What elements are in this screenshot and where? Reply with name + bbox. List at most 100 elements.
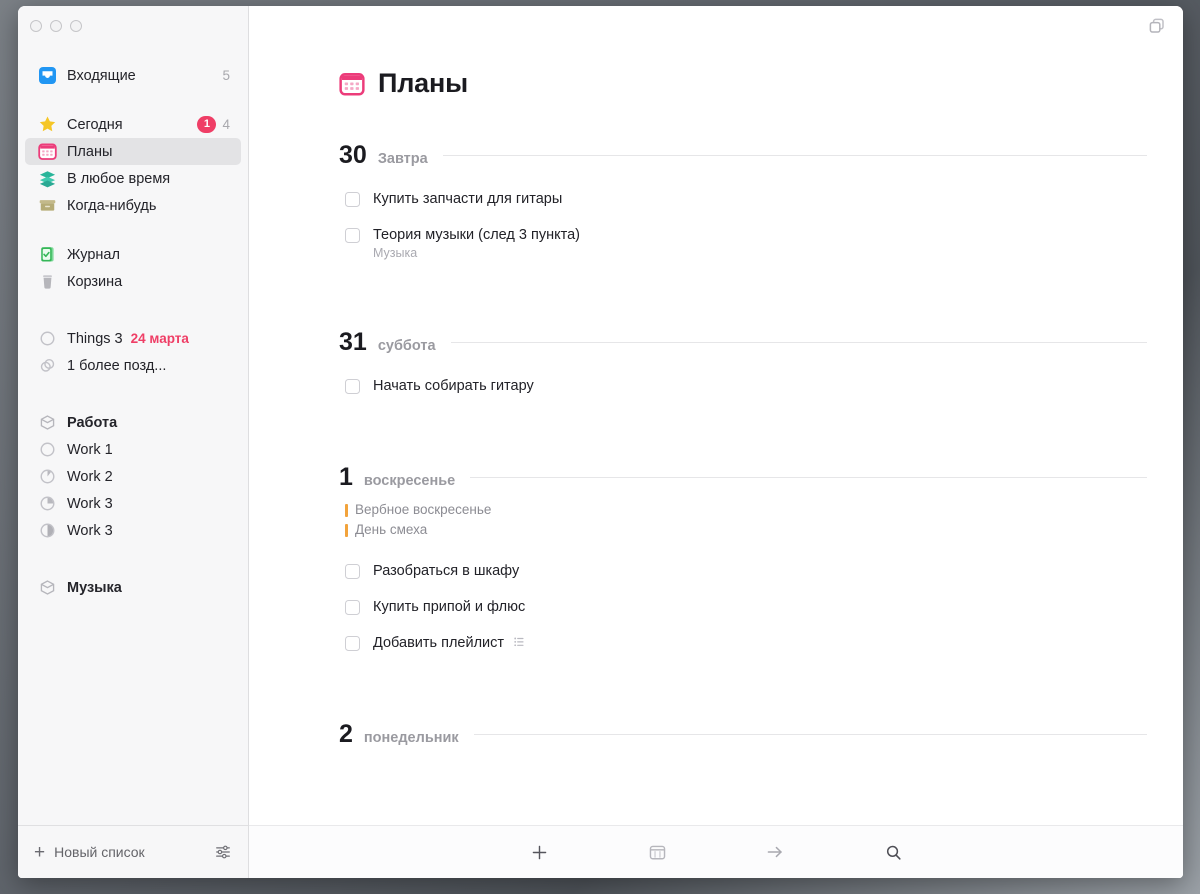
day-header: 2 понедельник <box>339 722 1147 747</box>
day-name: воскресенье <box>363 473 456 489</box>
plus-icon: + <box>34 841 46 863</box>
logbook-icon <box>37 245 57 265</box>
sidebar-item-things-3[interactable]: Things 3 24 марта <box>25 325 241 352</box>
sidebar-item-count: 5 <box>222 68 230 83</box>
calendar-icon <box>37 142 57 162</box>
sidebar-item-logbook[interactable]: Журнал <box>25 241 241 268</box>
trash-icon <box>37 272 57 292</box>
arrow-right-icon <box>767 846 782 858</box>
sidebar-item-label: Когда-нибудь <box>67 197 157 214</box>
main-panel: Планы 30 Завтра Купить запчасти для гита… <box>249 6 1183 878</box>
project-circle-icon <box>37 329 57 349</box>
sidebar-item-area-muzyka[interactable]: Музыка <box>25 574 241 601</box>
day-header: 30 Завтра <box>339 143 1147 168</box>
sidebar-item-work-2[interactable]: Work 2 <box>25 463 241 490</box>
day-number: 1 <box>339 463 353 491</box>
list-item: Вербное воскресенье <box>345 500 1147 520</box>
sidebar-item-work-1[interactable]: Work 1 <box>25 436 241 463</box>
sidebar-item-label: Входящие <box>67 67 136 84</box>
sidebar-item-later-projects[interactable]: 1 более позд... <box>25 352 241 379</box>
project-circle-icon <box>37 467 57 487</box>
task-checkbox[interactable] <box>345 564 360 579</box>
calendar-icon <box>339 71 365 97</box>
day-number: 31 <box>339 328 367 356</box>
sidebar-item-someday[interactable]: Когда-нибудь <box>25 192 241 219</box>
sidebar-item-work-3b[interactable]: Work 3 <box>25 517 241 544</box>
close-button[interactable] <box>30 20 42 32</box>
day-name: Завтра <box>377 151 428 167</box>
sidebar-item-trash[interactable]: Корзина <box>25 268 241 295</box>
upcoming-list: Планы 30 Завтра Купить запчасти для гита… <box>249 46 1183 825</box>
task-title: Купить припой и флюс <box>373 599 526 615</box>
status-badge: 1 <box>197 116 217 133</box>
holiday-label: День смеха <box>355 522 428 537</box>
checklist-icon <box>514 637 525 648</box>
task-checkbox[interactable] <box>345 228 360 243</box>
duplicate-windows-icon[interactable] <box>1147 16 1167 36</box>
sidebar-item-anytime[interactable]: В любое время <box>25 165 241 192</box>
task-checkbox[interactable] <box>345 192 360 207</box>
star-icon <box>37 115 57 135</box>
new-list-button[interactable]: + Новый список <box>34 843 204 862</box>
sidebar-item-label: Корзина <box>67 273 123 290</box>
zoom-button[interactable] <box>70 20 82 32</box>
sidebar-item-label: 1 более позд... <box>67 357 167 374</box>
bottom-toolbar <box>249 825 1183 878</box>
calendar-outline-icon <box>649 845 665 859</box>
day-number: 2 <box>339 720 353 748</box>
divider <box>442 155 1147 156</box>
sidebar-item-work-3a[interactable]: Work 3 <box>25 490 241 517</box>
day-header: 1 воскресенье <box>339 465 1147 490</box>
area-icon <box>37 578 57 598</box>
main-toolbar <box>249 6 1183 46</box>
task-checkbox[interactable] <box>345 636 360 651</box>
holiday-list: Вербное воскресенье День смеха <box>345 500 1147 540</box>
when-button[interactable] <box>598 843 716 862</box>
list-item[interactable]: Теория музыки (след 3 пункта) Музыка <box>345 226 1147 260</box>
minimize-button[interactable] <box>50 20 62 32</box>
day-name: суббота <box>377 338 436 354</box>
sidebar-item-label: В любое время <box>67 170 171 187</box>
holiday-marker-icon <box>345 503 348 517</box>
sidebar-list: Входящие 5 Сегодня 1 4 Планы В любое вре… <box>18 46 248 825</box>
list-item[interactable]: Начать собирать гитару <box>345 377 1147 395</box>
search-icon <box>886 845 901 860</box>
divider <box>473 734 1147 735</box>
plus-icon <box>532 845 546 859</box>
search-button[interactable] <box>834 843 952 862</box>
project-circle-icon <box>37 494 57 514</box>
task-project: Музыка <box>373 246 418 260</box>
sidebar-item-today[interactable]: Сегодня 1 4 <box>25 111 241 138</box>
task-checkbox[interactable] <box>345 600 360 615</box>
list-item[interactable]: Купить припой и флюс <box>345 598 1147 616</box>
page-title: Планы <box>339 68 1147 99</box>
sidebar-item-label: Things 3 <box>67 330 123 347</box>
list-item[interactable]: Разобраться в шкафу <box>345 562 1147 580</box>
sidebar-item-upcoming[interactable]: Планы <box>25 138 241 165</box>
divider <box>470 477 1147 478</box>
task-list: Купить запчасти для гитары Теория музыки… <box>345 190 1147 260</box>
sidebar-item-area-rabota[interactable]: Работа <box>25 409 241 436</box>
task-list: Начать собирать гитару <box>345 377 1147 395</box>
list-item: День смеха <box>345 520 1147 540</box>
page-title-text: Планы <box>378 68 468 98</box>
task-checkbox[interactable] <box>345 379 360 394</box>
sidebar-item-label: Музыка <box>67 579 122 596</box>
sidebar-item-inbox[interactable]: Входящие 5 <box>25 62 241 89</box>
layers-icon <box>37 169 57 189</box>
new-todo-button[interactable] <box>480 843 598 862</box>
task-title: Начать собирать гитару <box>373 378 534 394</box>
task-title: Добавить плейлист <box>373 635 505 651</box>
list-item[interactable]: Добавить плейлист <box>345 634 1147 652</box>
list-item[interactable]: Купить запчасти для гитары <box>345 190 1147 208</box>
area-icon <box>37 413 57 433</box>
sliders-icon[interactable] <box>214 843 232 861</box>
day-name: понедельник <box>363 730 459 746</box>
move-button[interactable] <box>716 842 834 862</box>
holiday-marker-icon <box>345 523 348 537</box>
